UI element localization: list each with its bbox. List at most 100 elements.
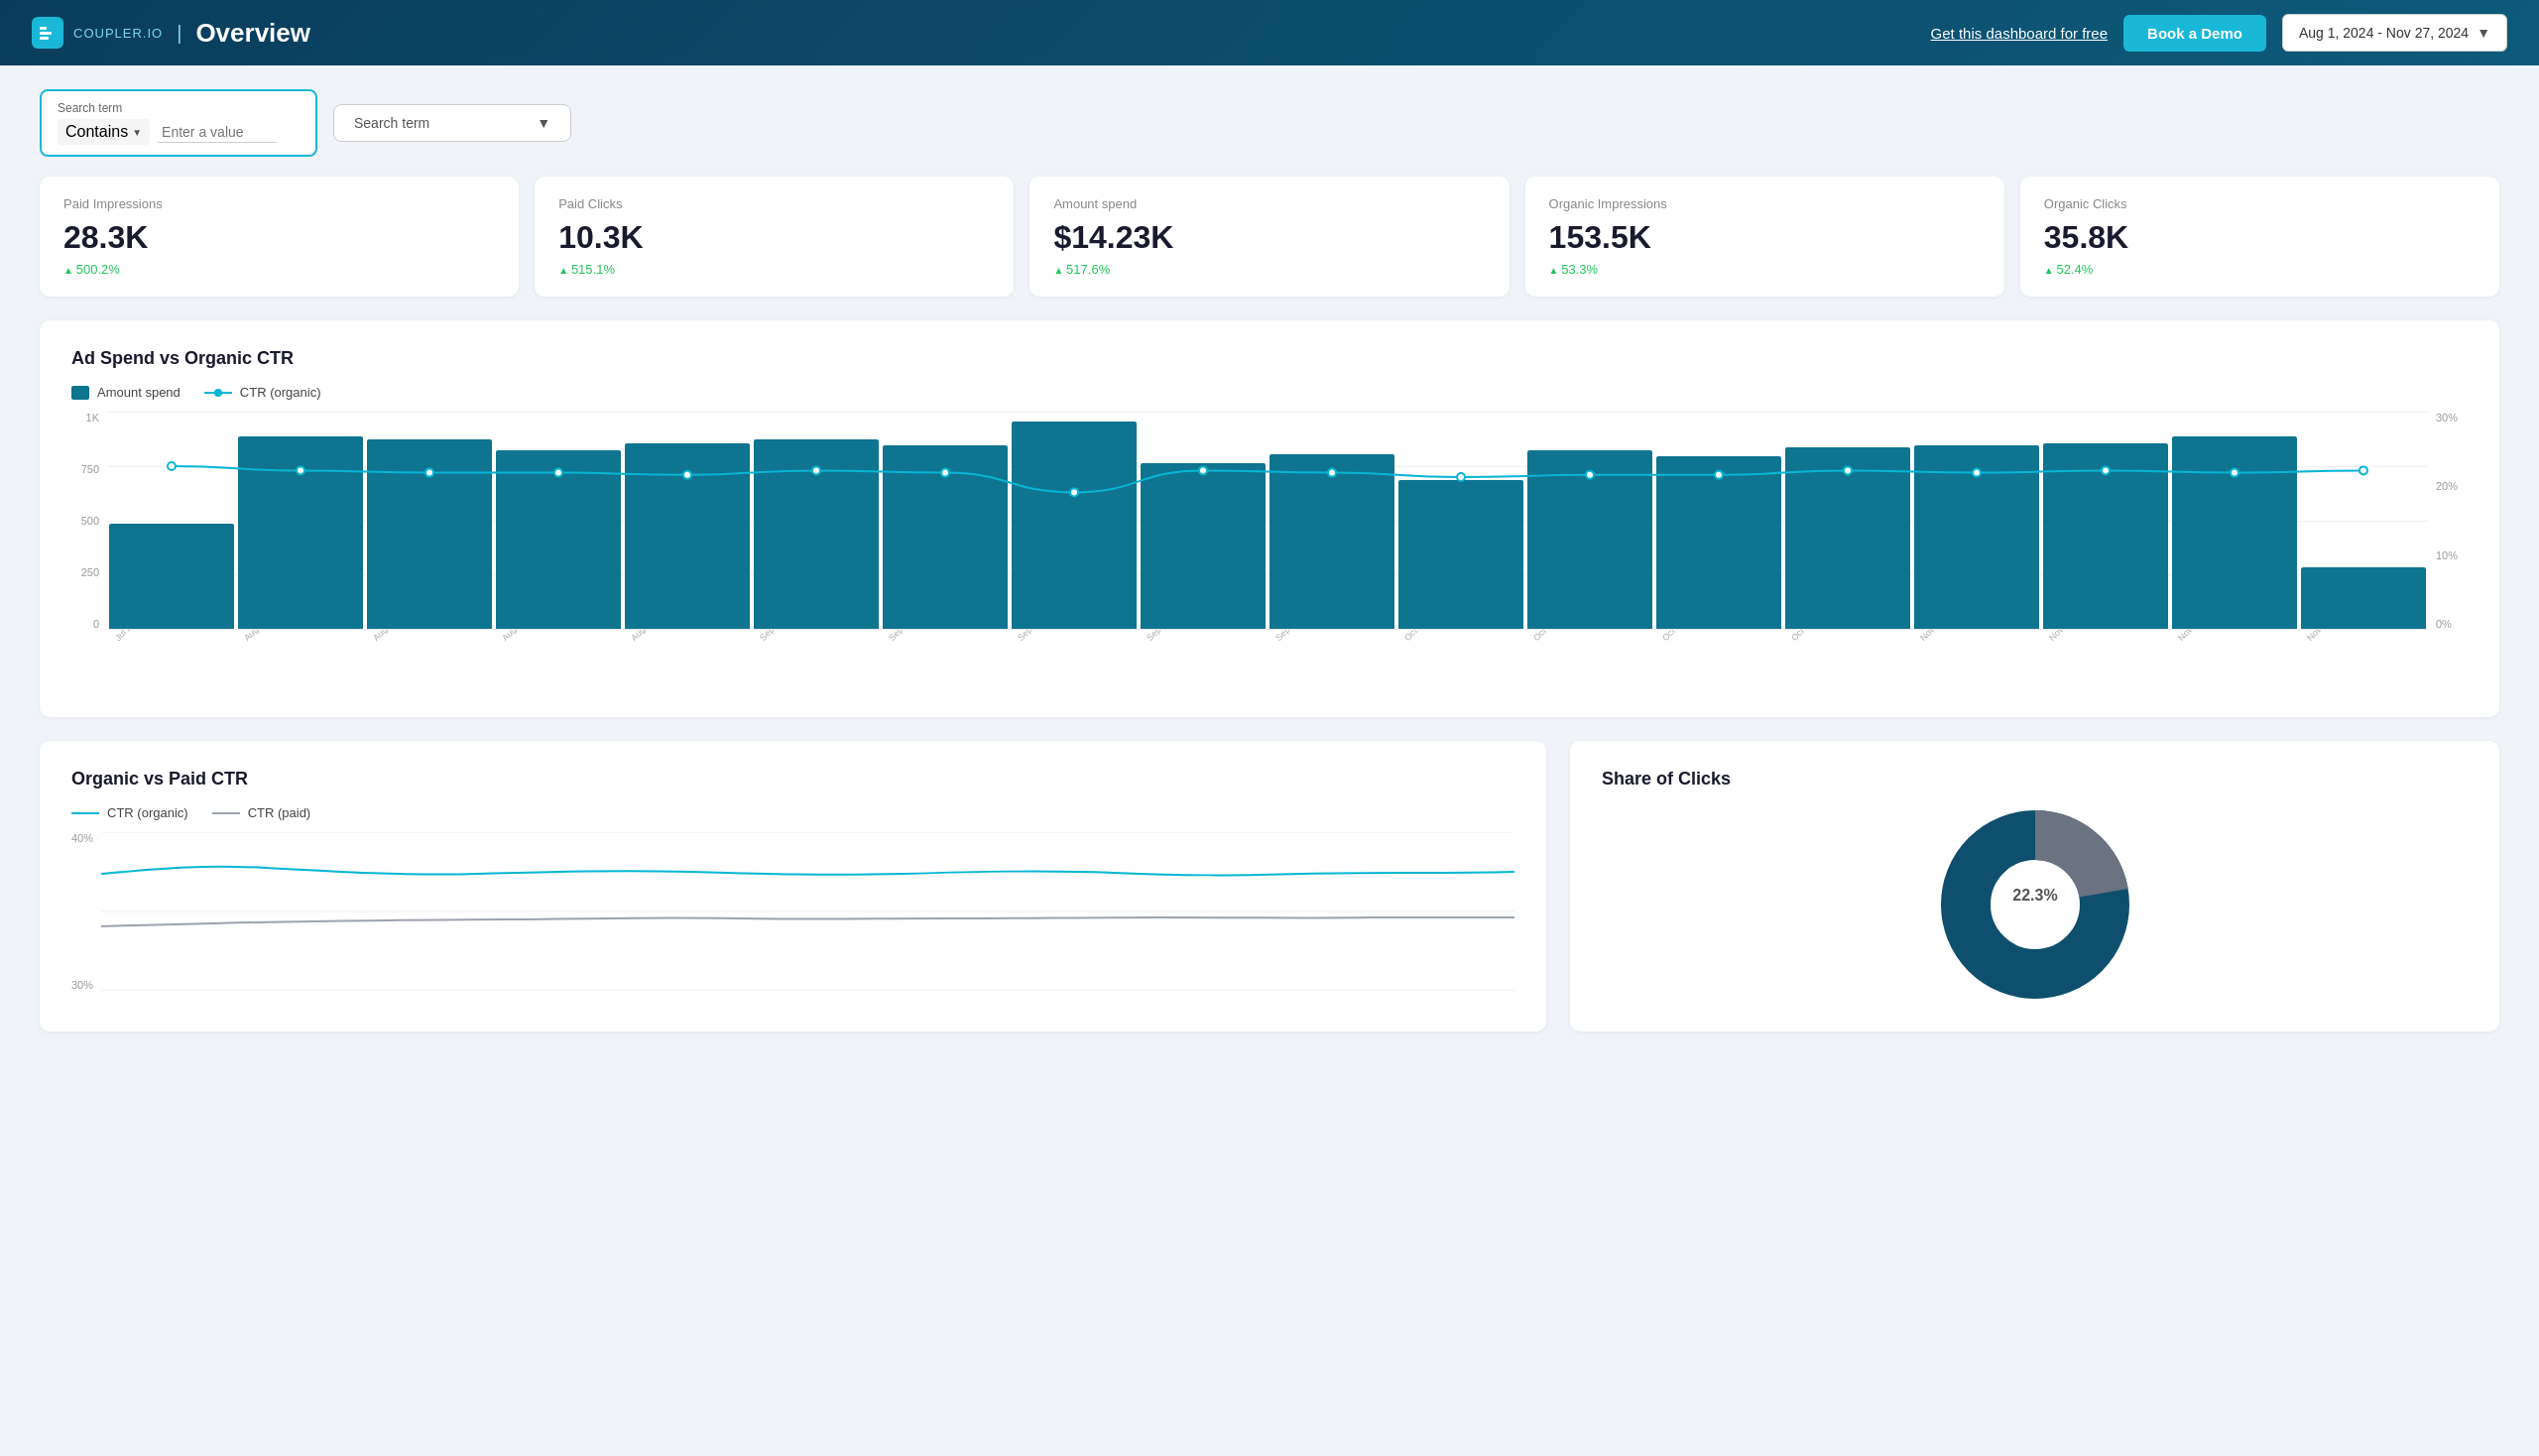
y-axis-left: 1K 750 500 250 0 [71, 412, 99, 630]
filter-operator-value: Contains [65, 123, 128, 141]
x-label: Oct 21, 2024 to... [1660, 630, 1753, 643]
x-label: Sep 23, 2024 to... [1145, 630, 1237, 643]
x-label-col: Aug 19, 2024 to... [496, 630, 621, 689]
bars-area [107, 412, 2428, 630]
bar-col [1656, 412, 1781, 629]
y-label-0: 0 [71, 618, 99, 630]
x-label-col: Nov 25, 2024 to... [2301, 630, 2426, 689]
svg-text:22.3%: 22.3% [2012, 887, 2057, 904]
get-dashboard-link[interactable]: Get this dashboard for free [1931, 25, 2108, 42]
line-chart-y-axis: 40% 30% [71, 832, 93, 991]
pie-container: 22.3% [1926, 805, 2144, 1004]
kpi-change-paid-impressions: 500.2% [63, 262, 495, 277]
bar-col [2172, 412, 2297, 629]
x-label-col: Oct 21, 2024 to... [1656, 630, 1781, 689]
bar-col [754, 412, 879, 629]
svg-point-4 [214, 389, 222, 397]
bar-col [238, 412, 363, 629]
ad-spend-chart-title: Ad Spend vs Organic CTR [71, 348, 2468, 369]
kpi-organic-impressions: Organic Impressions 153.5K 53.3% [1525, 177, 2004, 297]
coupler-logo-icon [32, 17, 63, 49]
organic-paid-ctr-chart: Organic vs Paid CTR CTR (organic) CTR (p… [40, 741, 1546, 1031]
share-of-clicks-chart: Share of Clicks 22.3% [1570, 741, 2499, 1031]
y-right-20: 20% [2436, 480, 2468, 492]
legend-organic-ctr: CTR (organic) [71, 805, 188, 820]
bar-chart-container: 1K 750 500 250 0 [71, 412, 2468, 689]
bar-col [2043, 412, 2168, 629]
chart-area: Jul 29, 2024 to A...Aug 5, 2024 to A...A… [107, 412, 2428, 689]
bar-col [1270, 412, 1394, 629]
bar-col [2301, 412, 2426, 629]
svg-rect-1 [40, 32, 52, 35]
x-label-col: Oct 7, 2024 to O... [1398, 630, 1523, 689]
x-label-col: Aug 12, 2024 to... [367, 630, 492, 689]
kpi-value-organic-impressions: 153.5K [1549, 219, 1981, 256]
x-label-col: Sep 30, 2024 to... [1270, 630, 1394, 689]
chart-legend: Amount spend CTR (organic) [71, 385, 2468, 400]
x-label-col: Nov 18, 2024 to... [2172, 630, 2297, 689]
y-axis-right: 30% 20% 10% 0% [2436, 412, 2468, 630]
search-term-dropdown-label: Search term [354, 115, 429, 131]
bar [754, 439, 879, 629]
kpi-row: Paid Impressions 28.3K 500.2% Paid Click… [40, 177, 2499, 297]
kpi-change-paid-clicks: 515.1% [558, 262, 990, 277]
filter-operator-arrow-icon: ▼ [132, 127, 142, 138]
logo-area: COUPLER.IO | Overview [32, 17, 310, 49]
main-content: Search term Contains ▼ Search term ▼ Pai… [0, 65, 2539, 1055]
filter-operator-select[interactable]: Contains ▼ [58, 119, 150, 145]
x-label-col: Sep 2, 2024 to S... [754, 630, 879, 689]
kpi-label-paid-clicks: Paid Clicks [558, 196, 990, 211]
x-label-col: Aug 5, 2024 to A... [238, 630, 363, 689]
legend-organic-label: CTR (organic) [107, 805, 188, 820]
bar-col [1141, 412, 1266, 629]
kpi-change-organic-impressions: 53.3% [1549, 262, 1981, 277]
bottom-charts-row: Organic vs Paid CTR CTR (organic) CTR (p… [40, 741, 2499, 1031]
bar [1656, 456, 1781, 629]
y-label-500: 500 [71, 515, 99, 527]
x-label-col: Sep 9, 2024 to S... [883, 630, 1008, 689]
legend-paid-line-icon [212, 807, 240, 819]
bar [1012, 422, 1137, 629]
legend-amount-spend: Amount spend [71, 385, 181, 400]
kpi-value-organic-clicks: 35.8K [2044, 219, 2476, 256]
pie-chart-svg: 22.3% [1926, 805, 2144, 1004]
date-range-value: Aug 1, 2024 - Nov 27, 2024 [2299, 25, 2469, 41]
pie-wrapper: 22.3% [1602, 805, 2468, 1004]
date-range-picker[interactable]: Aug 1, 2024 - Nov 27, 2024 ▼ [2282, 14, 2507, 52]
bar [1785, 447, 1910, 629]
book-demo-button[interactable]: Book a Demo [2123, 15, 2266, 52]
x-label: Nov 25, 2024 to... [2305, 630, 2397, 643]
kpi-amount-spend: Amount spend $14.23K 517.6% [1029, 177, 1509, 297]
bar [2043, 443, 2168, 629]
y-right-30: 30% [2436, 412, 2468, 424]
y-30: 30% [71, 979, 93, 991]
y-label-1k: 1K [71, 412, 99, 424]
y-label-250: 250 [71, 566, 99, 578]
filter-controls: Contains ▼ [58, 119, 300, 145]
kpi-change-organic-clicks: 52.4% [2044, 262, 2476, 277]
x-label: Jul 29, 2024 to A... [113, 630, 205, 643]
kpi-label-paid-impressions: Paid Impressions [63, 196, 495, 211]
x-label-col: Nov 11, 2024 to... [2043, 630, 2168, 689]
filters-row: Search term Contains ▼ Search term ▼ [40, 89, 2499, 157]
date-picker-arrow-icon: ▼ [2477, 25, 2490, 41]
legend-paid-ctr: CTR (paid) [212, 805, 311, 820]
page-title: Overview [195, 18, 310, 49]
x-label-col: Sep 16, 2024 to... [1012, 630, 1137, 689]
y-40: 40% [71, 832, 93, 844]
y-right-0: 0% [2436, 618, 2468, 630]
kpi-value-paid-impressions: 28.3K [63, 219, 495, 256]
line-chart-area [101, 832, 1514, 991]
search-term-dropdown-arrow-icon: ▼ [537, 115, 550, 131]
bar-col [883, 412, 1008, 629]
filter-value-input[interactable] [158, 122, 277, 143]
y-label-750: 750 [71, 463, 99, 475]
kpi-paid-clicks: Paid Clicks 10.3K 515.1% [535, 177, 1014, 297]
search-term-dropdown[interactable]: Search term ▼ [333, 104, 571, 142]
share-clicks-title: Share of Clicks [1602, 769, 2468, 789]
svg-point-30 [1992, 861, 2079, 948]
bar-col [496, 412, 621, 629]
x-label-col: Sep 23, 2024 to... [1141, 630, 1266, 689]
kpi-label-organic-clicks: Organic Clicks [2044, 196, 2476, 211]
svg-rect-0 [40, 27, 47, 30]
